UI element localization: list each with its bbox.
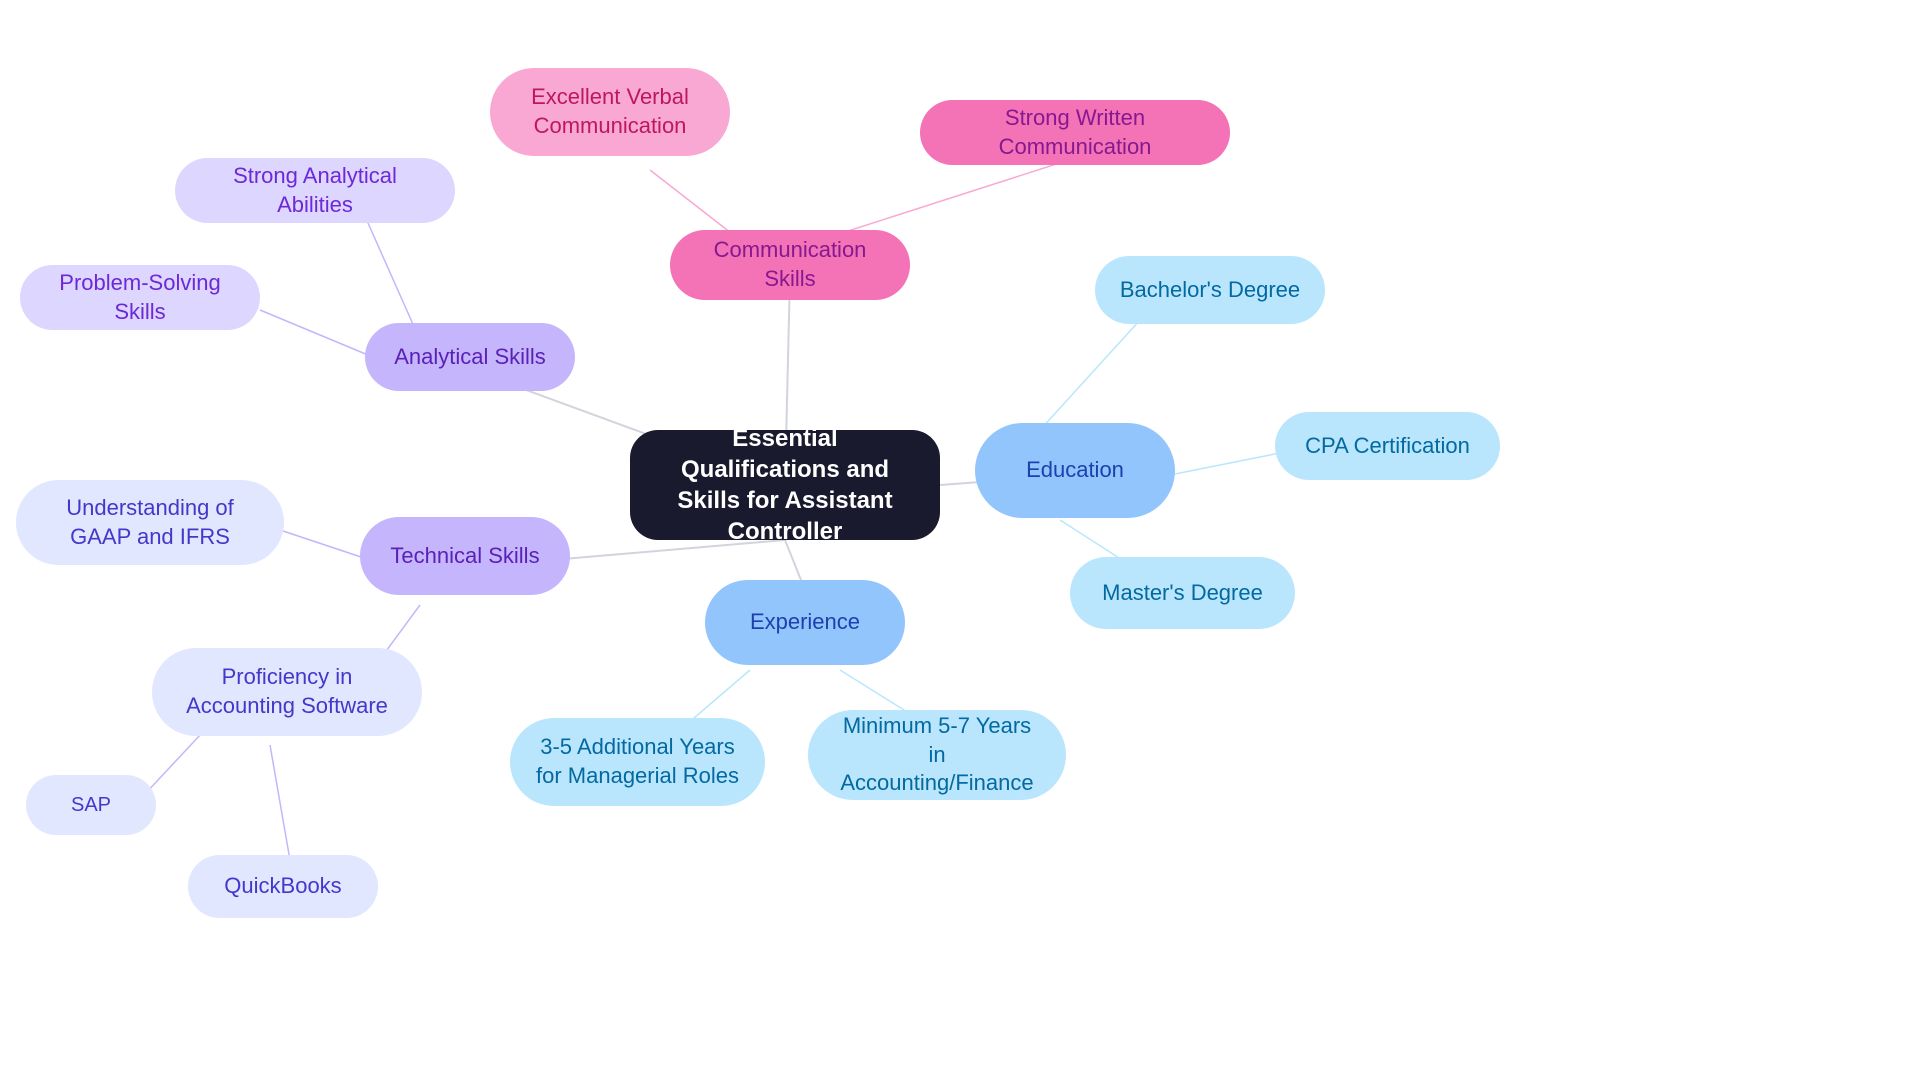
technical-skills-node: Technical Skills	[360, 517, 570, 595]
strong-written-node: Strong Written Communication	[920, 100, 1230, 165]
education-node: Education	[975, 423, 1175, 518]
quickbooks-node: QuickBooks	[188, 855, 378, 918]
bachelors-degree-node: Bachelor's Degree	[1095, 256, 1325, 324]
understanding-gaap-node: Understanding of GAAP and IFRS	[16, 480, 284, 565]
analytical-skills-node: Analytical Skills	[365, 323, 575, 391]
proficiency-software-node: Proficiency in Accounting Software	[152, 648, 422, 736]
sap-node: SAP	[26, 775, 156, 835]
minimum-years-node: Minimum 5-7 Years in Accounting/Finance	[808, 710, 1066, 800]
excellent-verbal-node: Excellent Verbal Communication	[490, 68, 730, 156]
additional-years-node: 3-5 Additional Years for Managerial Role…	[510, 718, 765, 806]
masters-degree-node: Master's Degree	[1070, 557, 1295, 629]
experience-node: Experience	[705, 580, 905, 665]
center-node: Essential Qualifications and Skills for …	[630, 430, 940, 540]
strong-analytical-node: Strong Analytical Abilities	[175, 158, 455, 223]
problem-solving-node: Problem-Solving Skills	[20, 265, 260, 330]
communication-skills-node: Communication Skills	[670, 230, 910, 300]
cpa-certification-node: CPA Certification	[1275, 412, 1500, 480]
